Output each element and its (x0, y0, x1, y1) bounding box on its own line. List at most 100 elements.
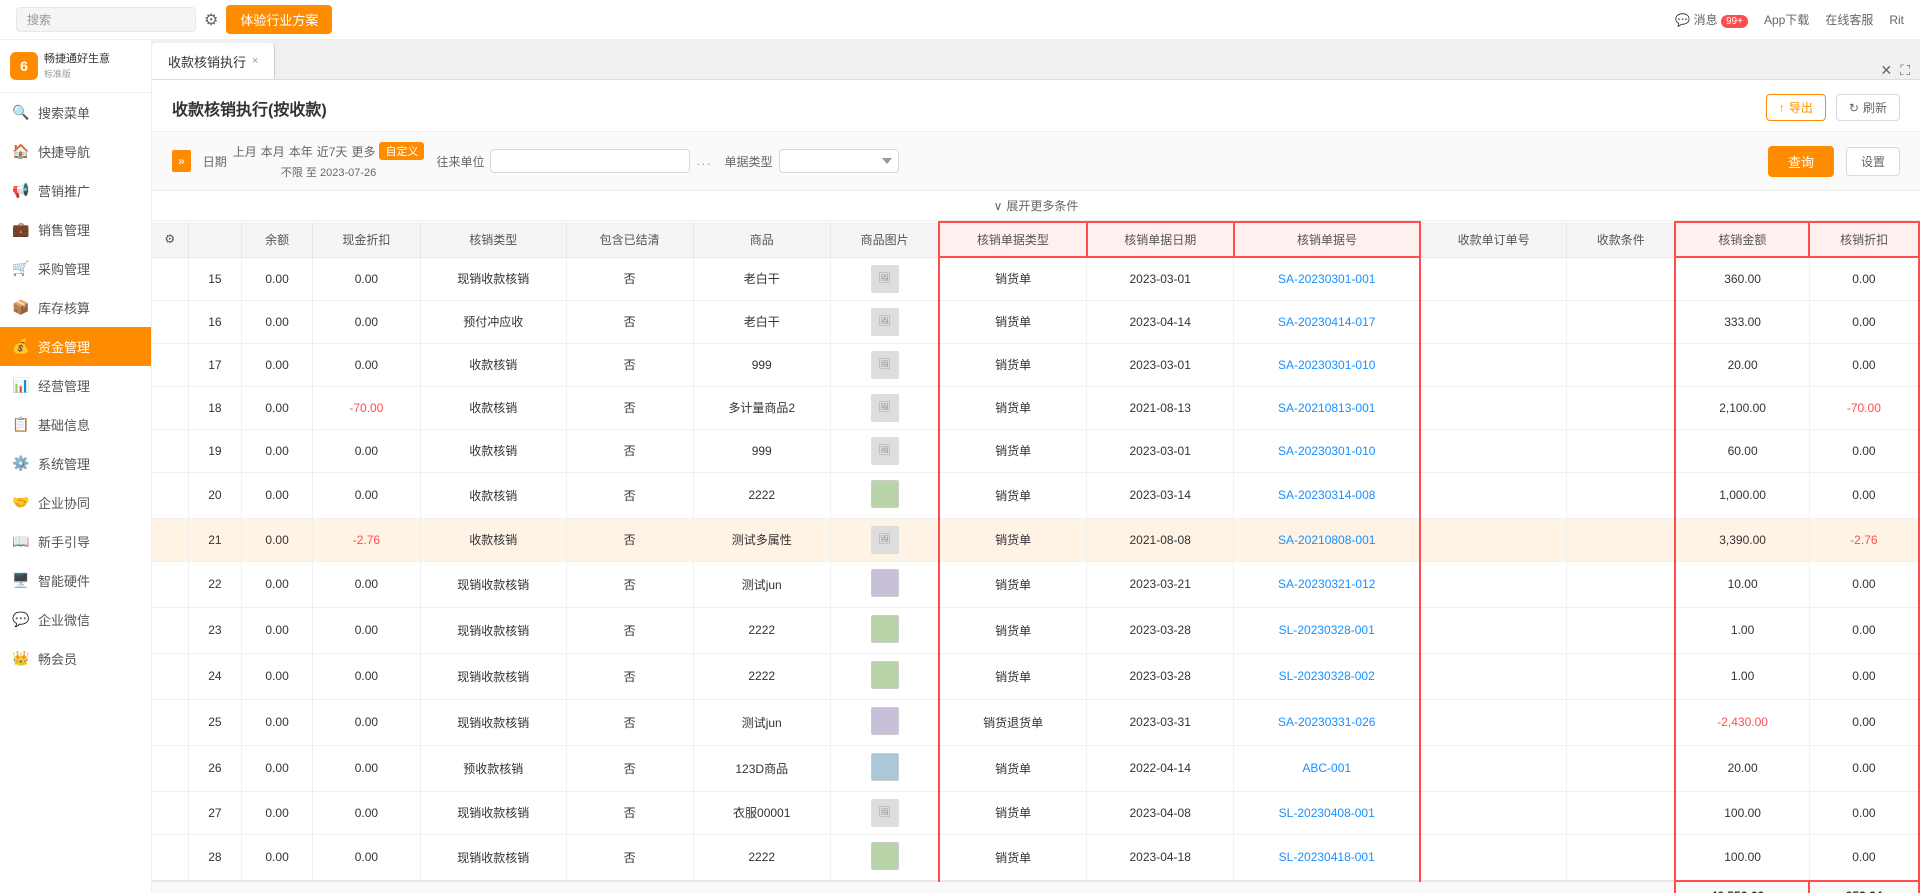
col-settings[interactable]: ⚙ (152, 222, 188, 257)
cell-writeoff-type: 现销收款核销 (420, 653, 566, 699)
cell-included-settled: 否 (566, 653, 693, 699)
bill-report-link[interactable]: SA-20210808-001 (1278, 533, 1375, 547)
sidebar-item-purchase[interactable]: 🛒采购管理 (0, 249, 151, 288)
cell-seq: 26 (188, 745, 242, 791)
refresh-button[interactable]: ↻ 刷新 (1836, 94, 1900, 121)
cell-bill-report-no: SA-20230321-012 (1234, 561, 1420, 607)
sidebar-item-member[interactable]: 👑 畅会员 (0, 639, 151, 678)
sidebar-item-sales[interactable]: 💼销售管理 (0, 210, 151, 249)
cell-receipt-condition (1567, 472, 1676, 518)
cell-receipt-order-no (1420, 699, 1566, 745)
sidebar-item-wechat[interactable]: 💬企业微信 (0, 600, 151, 639)
bill-type-select[interactable] (779, 149, 899, 173)
bill-report-link[interactable]: SA-20210813-001 (1278, 401, 1375, 415)
bill-report-link[interactable]: SL-20230418-001 (1279, 850, 1375, 864)
tab-close-collection[interactable]: × (252, 55, 258, 67)
table-container: ⚙ 余额 现金折扣 核销类型 包含已结清 商品 商品图片 核销单据类型 核销单据… (152, 221, 1920, 893)
sidebar-item-hardware[interactable]: 🖥️智能硬件 (0, 561, 151, 600)
cell-writeoff-discount: 0.00 (1809, 429, 1919, 472)
filter-dots: ... (696, 154, 712, 168)
sidebar-item-system[interactable]: ⚙️系统管理 (0, 444, 151, 483)
sidebar-icon-member: 👑 (12, 650, 30, 667)
search-input[interactable]: 搜索 (16, 7, 196, 32)
cell-seq: 24 (188, 653, 242, 699)
date-last-month[interactable]: 上月 (233, 143, 257, 160)
sidebar-label-purchase: 采购管理 (38, 259, 90, 278)
tab-collection[interactable]: 收款核销执行× (152, 43, 275, 79)
cell-receipt-order-no (1420, 386, 1566, 429)
sidebar-item-inventory[interactable]: 📦库存核算 (0, 288, 151, 327)
user-name[interactable]: Rit (1889, 13, 1904, 27)
cell-bill-report-type: 销货单 (939, 518, 1086, 561)
cell-cash-discount: 0.00 (312, 429, 420, 472)
trade-partner-input[interactable] (490, 149, 690, 173)
sidebar-item-search[interactable]: 🔍搜索菜单 (0, 93, 151, 132)
bill-report-link[interactable]: SA-20230301-010 (1278, 444, 1375, 458)
bill-report-link[interactable]: SA-20230301-001 (1278, 272, 1375, 286)
cell-balance: 0.00 (242, 653, 313, 699)
bill-report-link[interactable]: SA-20230321-012 (1278, 577, 1375, 591)
bill-report-link[interactable]: SL-20230328-002 (1279, 669, 1375, 683)
filter-expand-button[interactable]: » (172, 150, 191, 172)
date-more[interactable]: 更多 (351, 143, 375, 160)
sidebar-item-finance[interactable]: 💰资金管理 (0, 327, 151, 366)
message-area[interactable]: 💬 消息 99+ (1675, 11, 1748, 28)
date-this-month[interactable]: 本月 (261, 143, 285, 160)
cell-receipt-order-no (1420, 472, 1566, 518)
bill-report-link[interactable]: SL-20230328-001 (1279, 623, 1375, 637)
logo-title: 畅捷通好生意 (44, 52, 110, 66)
sidebar-label-enterprise: 企业协同 (38, 493, 90, 512)
maximize-button[interactable]: ⛶ (1900, 62, 1910, 79)
tab-bar: 首页预付冲应付单×收款核销执行× ✕ ⛶ (152, 40, 1920, 80)
cell-included-settled: 否 (566, 745, 693, 791)
bill-report-link[interactable]: SA-20230414-017 (1278, 315, 1375, 329)
bill-report-link[interactable]: SA-20230331-026 (1278, 715, 1375, 729)
bill-report-link[interactable]: SA-20230301-010 (1278, 358, 1375, 372)
close-tab-button[interactable]: ✕ (1880, 62, 1892, 79)
cell-settings (152, 343, 188, 386)
cell-bill-report-type: 销货单 (939, 653, 1086, 699)
table-footer-row: 40,556,66... 952.24 (152, 881, 1919, 893)
query-button[interactable]: 查询 (1768, 146, 1834, 177)
date-custom-button[interactable]: 自定义 (379, 142, 424, 160)
filter-action-area: 查询 设置 (1768, 146, 1900, 177)
cell-writeoff-type: 收款核销 (420, 429, 566, 472)
cell-bill-report-no: SL-20230328-001 (1234, 607, 1420, 653)
cell-included-settled: 否 (566, 257, 693, 300)
date-this-year[interactable]: 本年 (289, 143, 313, 160)
cell-receipt-condition (1567, 834, 1676, 881)
footer-empty (152, 881, 1675, 893)
table-row: 19 0.00 0.00 收款核销 否 999 🖼 销货单 2023-03-01… (152, 429, 1919, 472)
trial-button[interactable]: 体验行业方案 (226, 5, 332, 34)
cell-writeoff-discount: 0.00 (1809, 561, 1919, 607)
cell-settings (152, 518, 188, 561)
cell-cash-discount: 0.00 (312, 745, 420, 791)
date-7days[interactable]: 近7天 (317, 143, 348, 160)
cell-goods: 老白干 (693, 300, 830, 343)
gear-icon[interactable]: ⚙ (204, 10, 218, 30)
sidebar-item-guide[interactable]: 📖新手引导 (0, 522, 151, 561)
message-label: 消息 (1694, 13, 1718, 27)
sidebar-item-enterprise[interactable]: 🤝企业协同 (0, 483, 151, 522)
online-service-link[interactable]: 在线客服 (1825, 11, 1873, 28)
export-button[interactable]: ↑ 导出 (1766, 94, 1826, 121)
bill-report-link[interactable]: SL-20230408-001 (1279, 806, 1375, 820)
page-area: 收款核销执行(按收款) ↑ 导出 ↻ 刷新 » 日期 (152, 80, 1920, 893)
sidebar-label-member: 畅会员 (38, 649, 77, 668)
cell-bill-report-date: 2023-03-01 (1087, 429, 1234, 472)
page-title: 收款核销执行(按收款) (172, 96, 327, 120)
settings-button[interactable]: 设置 (1846, 147, 1900, 176)
bill-report-link[interactable]: SA-20230314-008 (1278, 488, 1375, 502)
cell-balance: 0.00 (242, 699, 313, 745)
expand-more-button[interactable]: ∨ 展开更多条件 (994, 197, 1079, 214)
cell-settings (152, 653, 188, 699)
sidebar-item-marketing[interactable]: 📢营销推广 (0, 171, 151, 210)
cell-included-settled: 否 (566, 791, 693, 834)
sidebar-item-operation[interactable]: 📊经营管理 (0, 366, 151, 405)
sidebar-icon-system: ⚙️ (12, 455, 30, 472)
sidebar-item-shortcut[interactable]: 🏠快捷导航 (0, 132, 151, 171)
bill-report-link[interactable]: ABC-001 (1302, 761, 1351, 775)
sidebar-item-basic[interactable]: 📋基础信息 (0, 405, 151, 444)
app-download-link[interactable]: App下载 (1764, 11, 1809, 28)
cell-bill-report-type: 销货单 (939, 257, 1086, 300)
